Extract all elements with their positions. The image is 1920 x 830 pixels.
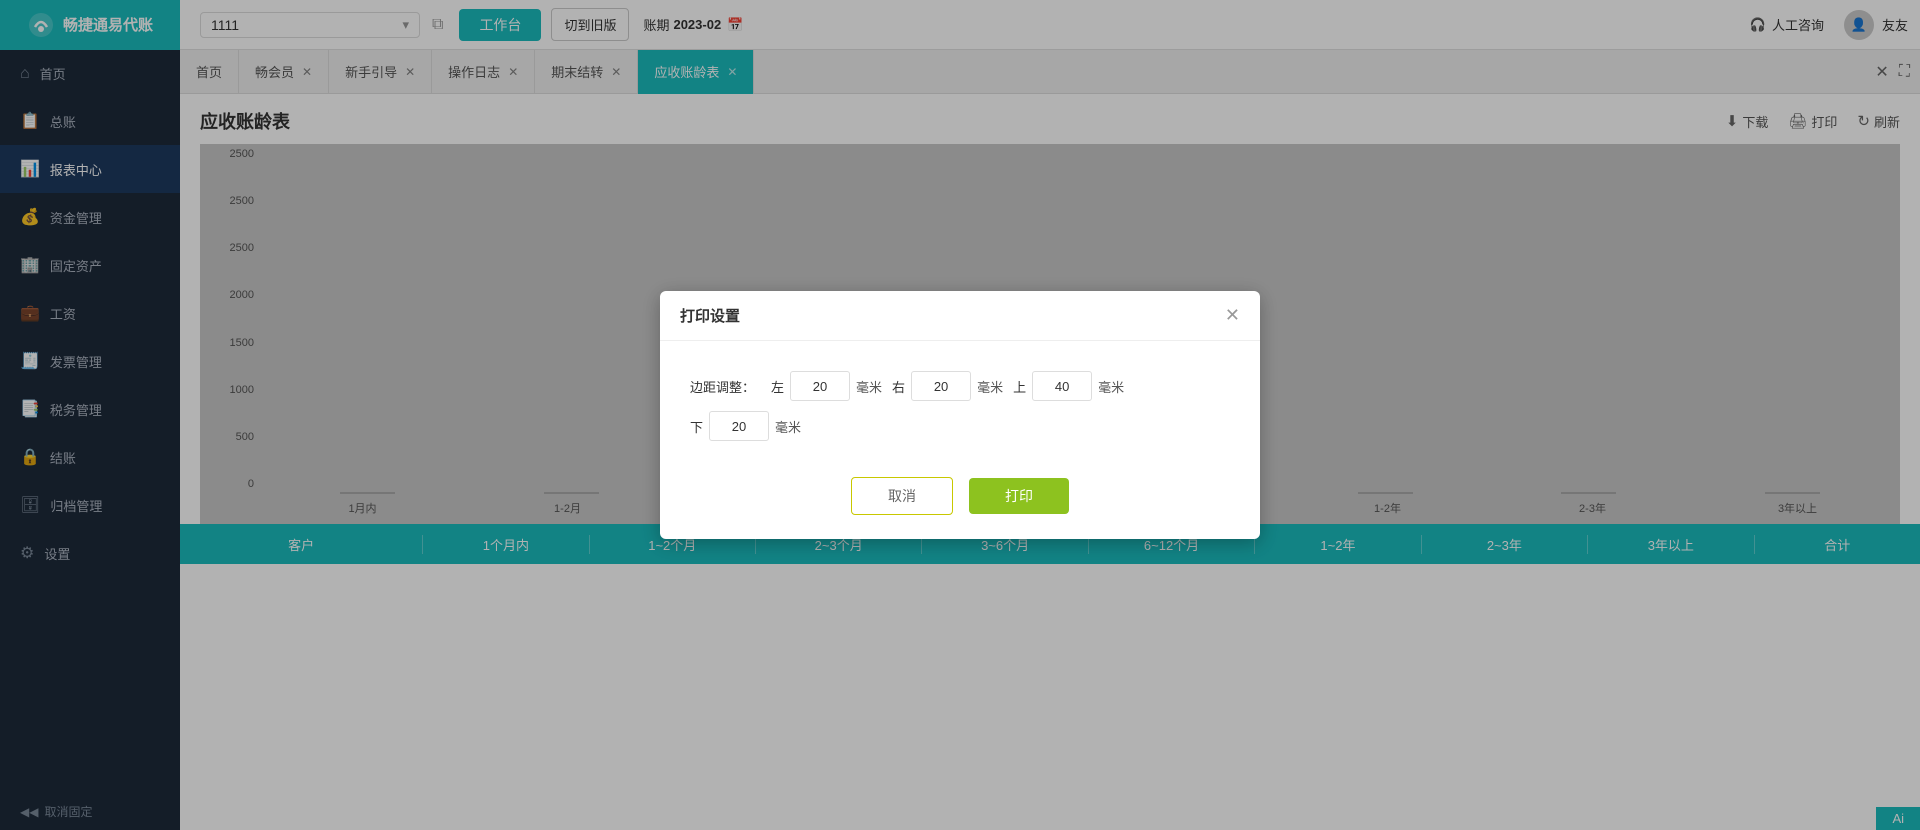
print-button[interactable]: 打印 [969, 478, 1069, 514]
dialog-title: 打印设置 [680, 305, 740, 326]
margin-bottom-group: 下 毫米 [690, 411, 801, 441]
margin-label: 边距调整： [690, 377, 755, 396]
dialog-footer: 取消 打印 [660, 461, 1260, 539]
cancel-button[interactable]: 取消 [851, 477, 953, 515]
left-label: 左 [771, 377, 784, 396]
margin-right-group: 右 毫米 [892, 371, 1003, 401]
dialog-close-button[interactable]: ✕ [1225, 305, 1240, 326]
left-unit: 毫米 [856, 377, 882, 396]
dialog-overlay: 打印设置 ✕ 边距调整： 左 毫米 右 毫米 上 毫米 [0, 0, 1920, 830]
print-settings-dialog: 打印设置 ✕ 边距调整： 左 毫米 右 毫米 上 毫米 [660, 291, 1260, 539]
bottom-margin-label: 下 [690, 417, 703, 436]
top-margin-input[interactable] [1032, 371, 1092, 401]
right-margin-input[interactable] [911, 371, 971, 401]
bottom-margin-input[interactable] [709, 411, 769, 441]
dialog-header: 打印设置 ✕ [660, 291, 1260, 341]
margin-row: 边距调整： 左 毫米 右 毫米 上 毫米 下 [690, 371, 1230, 441]
top-unit: 毫米 [1098, 377, 1124, 396]
left-margin-input[interactable] [790, 371, 850, 401]
margin-left-group: 左 毫米 [771, 371, 882, 401]
right-label: 右 [892, 377, 905, 396]
bottom-unit: 毫米 [775, 417, 801, 436]
top-label: 上 [1013, 377, 1026, 396]
dialog-body: 边距调整： 左 毫米 右 毫米 上 毫米 下 [660, 341, 1260, 461]
margin-top-group: 上 毫米 [1013, 371, 1124, 401]
right-unit: 毫米 [977, 377, 1003, 396]
